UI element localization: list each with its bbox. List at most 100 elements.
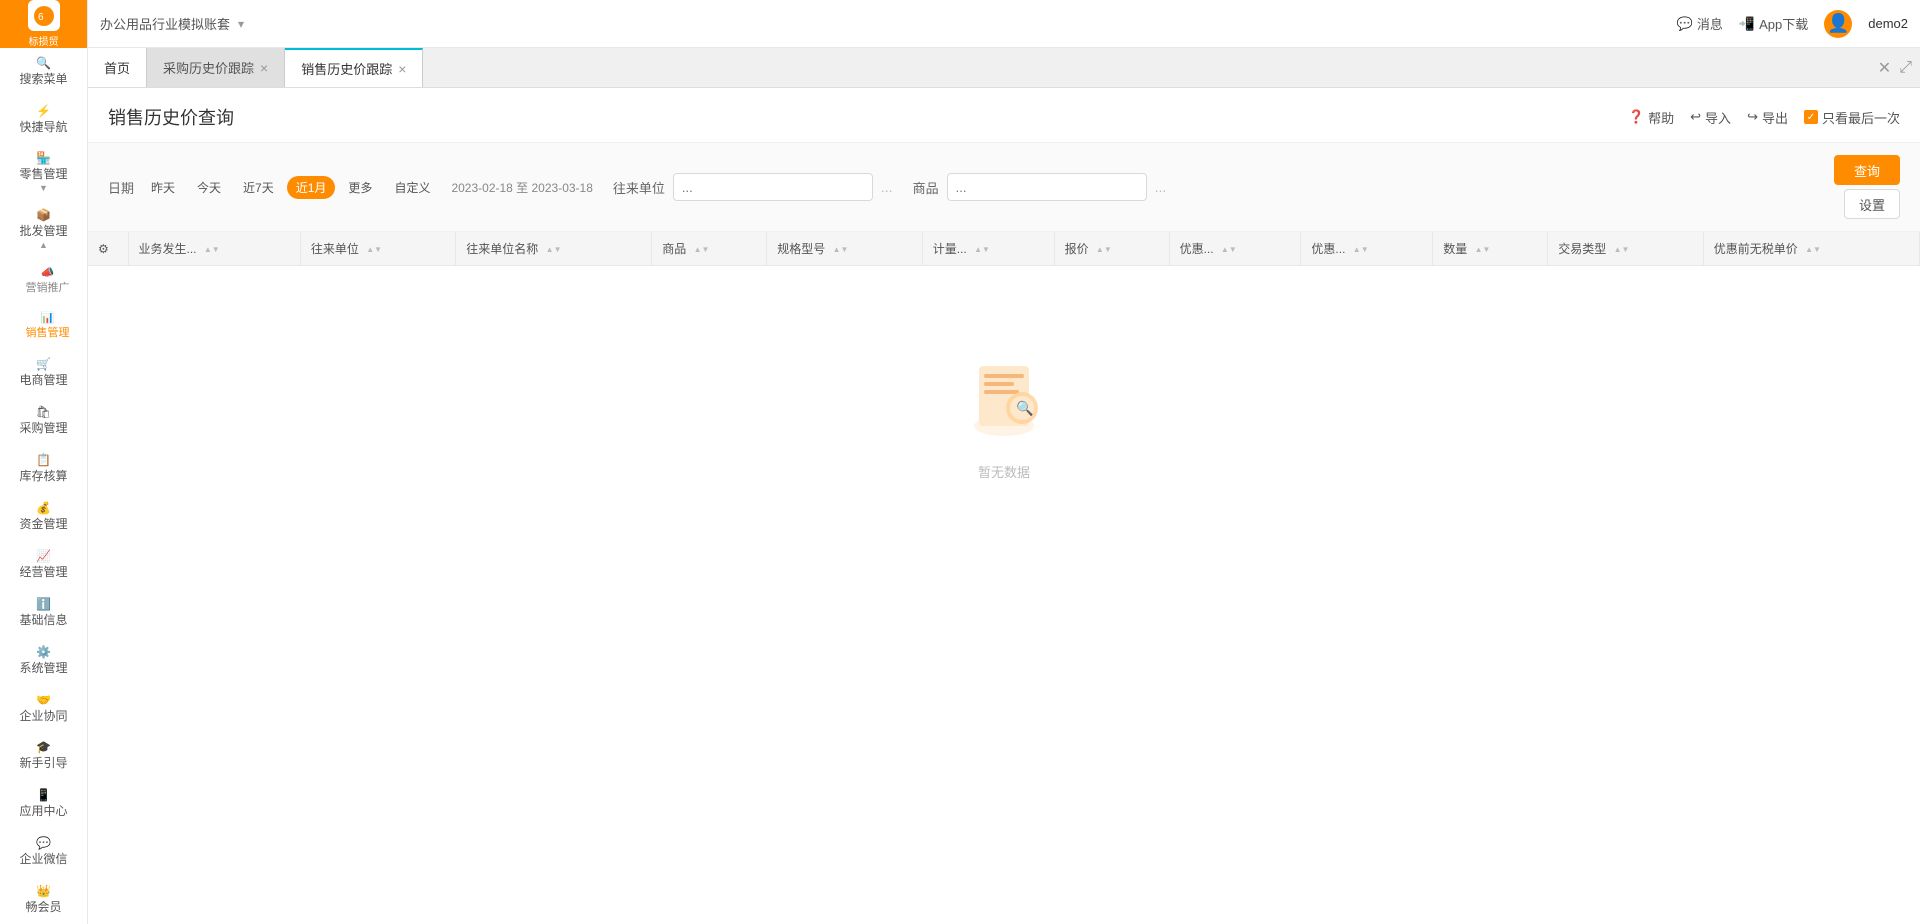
import-icon: ↩ [1690, 109, 1701, 125]
table-col-partner-name[interactable]: 往来单位名称 ▲▼ [456, 232, 652, 266]
message-action[interactable]: 💬 消息 [1677, 14, 1723, 33]
table-col-pretax-price[interactable]: 优惠前无税单价 ▲▼ [1703, 232, 1919, 266]
table-header-row: ⚙ 业务发生... ▲▼ 往来单位 ▲▼ 往来单位名称 ▲▼ [88, 232, 1920, 266]
tab-sales-history[interactable]: 销售历史价跟踪 × [285, 48, 423, 87]
sidebar-item-new-guide[interactable]: 🎓 新手引导 [0, 732, 87, 780]
table-col-discount1-label: 优惠... [1180, 242, 1214, 256]
tab-maximize-btn[interactable]: ⤢ [1899, 59, 1912, 77]
username[interactable]: demo2 [1868, 16, 1908, 31]
table-col-gear[interactable]: ⚙ [88, 232, 128, 266]
table-col-partner-name-label: 往来单位名称 [466, 242, 538, 256]
sidebar-item-basic-info-label: 基础信息 [19, 613, 67, 629]
product-filter-dots[interactable]: ... [1155, 179, 1167, 195]
date-filter-group: 日期 昨天 今天 近7天 近1月 更多 自定义 2023-02-18 至 202… [108, 176, 593, 199]
table-col-discount2-label: 优惠... [1311, 242, 1345, 256]
quick-nav-icon: ⚡ [36, 104, 51, 118]
table-col-unit-label: 计量... [933, 242, 967, 256]
table-col-spec[interactable]: 规格型号 ▲▼ [767, 232, 922, 266]
ecommerce-icon: 🛒 [36, 357, 51, 371]
date-btn-more[interactable]: 更多 [339, 176, 381, 199]
sidebar-item-system-label: 系统管理 [19, 661, 67, 677]
table-col-quote[interactable]: 报价 ▲▼ [1054, 232, 1169, 266]
sidebar-item-marketing[interactable]: 📣 营销推广 [0, 257, 87, 303]
app-dropdown-icon[interactable]: ▾ [238, 17, 244, 31]
table-col-date-label: 业务发生... [139, 242, 197, 256]
sidebar-item-quick-nav[interactable]: ⚡ 快捷导航 [0, 96, 87, 144]
help-action[interactable]: ❓ 帮助 [1628, 108, 1674, 127]
sidebar-item-basic-info[interactable]: ℹ️ 基础信息 [0, 589, 87, 637]
sidebar-item-ecommerce-label: 电商管理 [19, 373, 67, 389]
inventory-icon: 📋 [36, 453, 51, 467]
sidebar-item-finance[interactable]: 💰 资金管理 [0, 493, 87, 541]
sidebar-item-ecommerce[interactable]: 🛒 电商管理 [0, 349, 87, 397]
member-icon: 👑 [36, 884, 51, 898]
sidebar-item-purchase[interactable]: 🛍 采购管理 [0, 397, 87, 445]
date-btn-today[interactable]: 今天 [188, 176, 230, 199]
sidebar-item-system[interactable]: ⚙️ 系统管理 [0, 637, 87, 685]
page-header-actions: ❓ 帮助 ↩ 导入 ↪ 导出 只看最后一次 [1628, 108, 1900, 127]
date-btn-1month[interactable]: 近1月 [287, 176, 336, 199]
app-center-icon: 📱 [36, 788, 51, 802]
sidebar-item-enterprise-wechat[interactable]: 💬 企业微信 [0, 828, 87, 876]
import-action[interactable]: ↩ 导入 [1690, 108, 1731, 127]
basic-info-icon: ℹ️ [36, 597, 51, 611]
table-col-pretax-price-label: 优惠前无税单价 [1714, 242, 1798, 256]
app-logo[interactable]: 6 标损贸 [0, 0, 87, 48]
only-last-checkbox[interactable] [1804, 110, 1818, 124]
product-filter-input[interactable] [947, 173, 1147, 201]
sort-arrows-discount2: ▲▼ [1353, 245, 1369, 254]
tab-purchase-history-close[interactable]: × [260, 61, 268, 75]
tab-close-all-btn[interactable]: ✕ [1878, 58, 1891, 78]
date-btn-custom[interactable]: 自定义 [385, 176, 439, 199]
import-label: 导入 [1705, 108, 1731, 127]
sidebar-item-wholesale[interactable]: 📦 批发管理 ▲ [0, 201, 87, 258]
topbar-left: 办公用品行业模拟账套 ▾ [100, 14, 244, 33]
product-filter-label: 商品 [913, 178, 939, 197]
partner-filter-dots[interactable]: ... [881, 179, 893, 195]
sort-arrows-discount1: ▲▼ [1221, 245, 1237, 254]
table-col-qty-label: 数量 [1443, 242, 1467, 256]
table-col-discount2[interactable]: 优惠... ▲▼ [1301, 232, 1433, 266]
tab-home[interactable]: 首页 [88, 48, 147, 87]
table-col-qty[interactable]: 数量 ▲▼ [1433, 232, 1548, 266]
setting-button[interactable]: 设置 [1844, 189, 1900, 219]
svg-text:🔍: 🔍 [1016, 399, 1033, 417]
table-col-unit[interactable]: 计量... ▲▼ [922, 232, 1054, 266]
sidebar-item-operations[interactable]: 📈 经营管理 [0, 541, 87, 589]
table-col-quote-label: 报价 [1065, 242, 1089, 256]
sort-arrows-partner-code: ▲▼ [366, 245, 382, 254]
table-col-date[interactable]: 业务发生... ▲▼ [128, 232, 300, 266]
table-col-discount1[interactable]: 优惠... ▲▼ [1169, 232, 1301, 266]
only-last-checkbox-label[interactable]: 只看最后一次 [1804, 108, 1900, 127]
sidebar-item-purchase-label: 采购管理 [19, 421, 67, 437]
sidebar-item-search[interactable]: 🔍 搜索菜单 [0, 48, 87, 96]
sidebar-item-enterprise-collab[interactable]: 🤝 企业协同 [0, 684, 87, 732]
user-avatar-img: 👤 [1827, 13, 1849, 34]
app-download-action[interactable]: 📲 App下载 [1739, 14, 1808, 33]
main-area: 办公用品行业模拟账套 ▾ 💬 消息 📲 App下载 👤 demo2 首页 采购历… [88, 0, 1920, 924]
partner-filter-label: 往来单位 [613, 178, 665, 197]
user-avatar[interactable]: 👤 [1824, 10, 1852, 38]
export-icon: ↪ [1747, 109, 1758, 125]
tab-purchase-history-label: 采购历史价跟踪 [163, 58, 254, 77]
sidebar-item-inventory[interactable]: 📋 库存核算 [0, 445, 87, 493]
tab-home-label: 首页 [104, 58, 130, 77]
sidebar-item-sales-mgmt[interactable]: 📊 销售管理 [0, 303, 87, 349]
partner-filter-input[interactable] [673, 173, 873, 201]
topbar: 办公用品行业模拟账套 ▾ 💬 消息 📲 App下载 👤 demo2 [88, 0, 1920, 48]
query-button[interactable]: 查询 [1834, 155, 1900, 185]
svg-text:6: 6 [38, 12, 44, 23]
sidebar-item-retail[interactable]: 🏪 零售管理 ▼ [0, 144, 87, 201]
tab-purchase-history[interactable]: 采购历史价跟踪 × [147, 48, 285, 87]
sidebar-item-member[interactable]: 👑 畅会员 [0, 876, 87, 924]
date-btn-7days[interactable]: 近7天 [234, 176, 283, 199]
sidebar-item-app-center[interactable]: 📱 应用中心 [0, 780, 87, 828]
table-col-partner-code[interactable]: 往来单位 ▲▼ [300, 232, 455, 266]
date-buttons: 昨天 今天 近7天 近1月 更多 自定义 [142, 176, 439, 199]
tab-sales-history-close[interactable]: × [398, 62, 406, 76]
date-btn-yesterday[interactable]: 昨天 [142, 176, 184, 199]
table-col-trade-type[interactable]: 交易类型 ▲▼ [1548, 232, 1703, 266]
export-action[interactable]: ↪ 导出 [1747, 108, 1788, 127]
table-col-product[interactable]: 商品 ▲▼ [652, 232, 767, 266]
logo-text: 标损贸 [29, 33, 59, 48]
